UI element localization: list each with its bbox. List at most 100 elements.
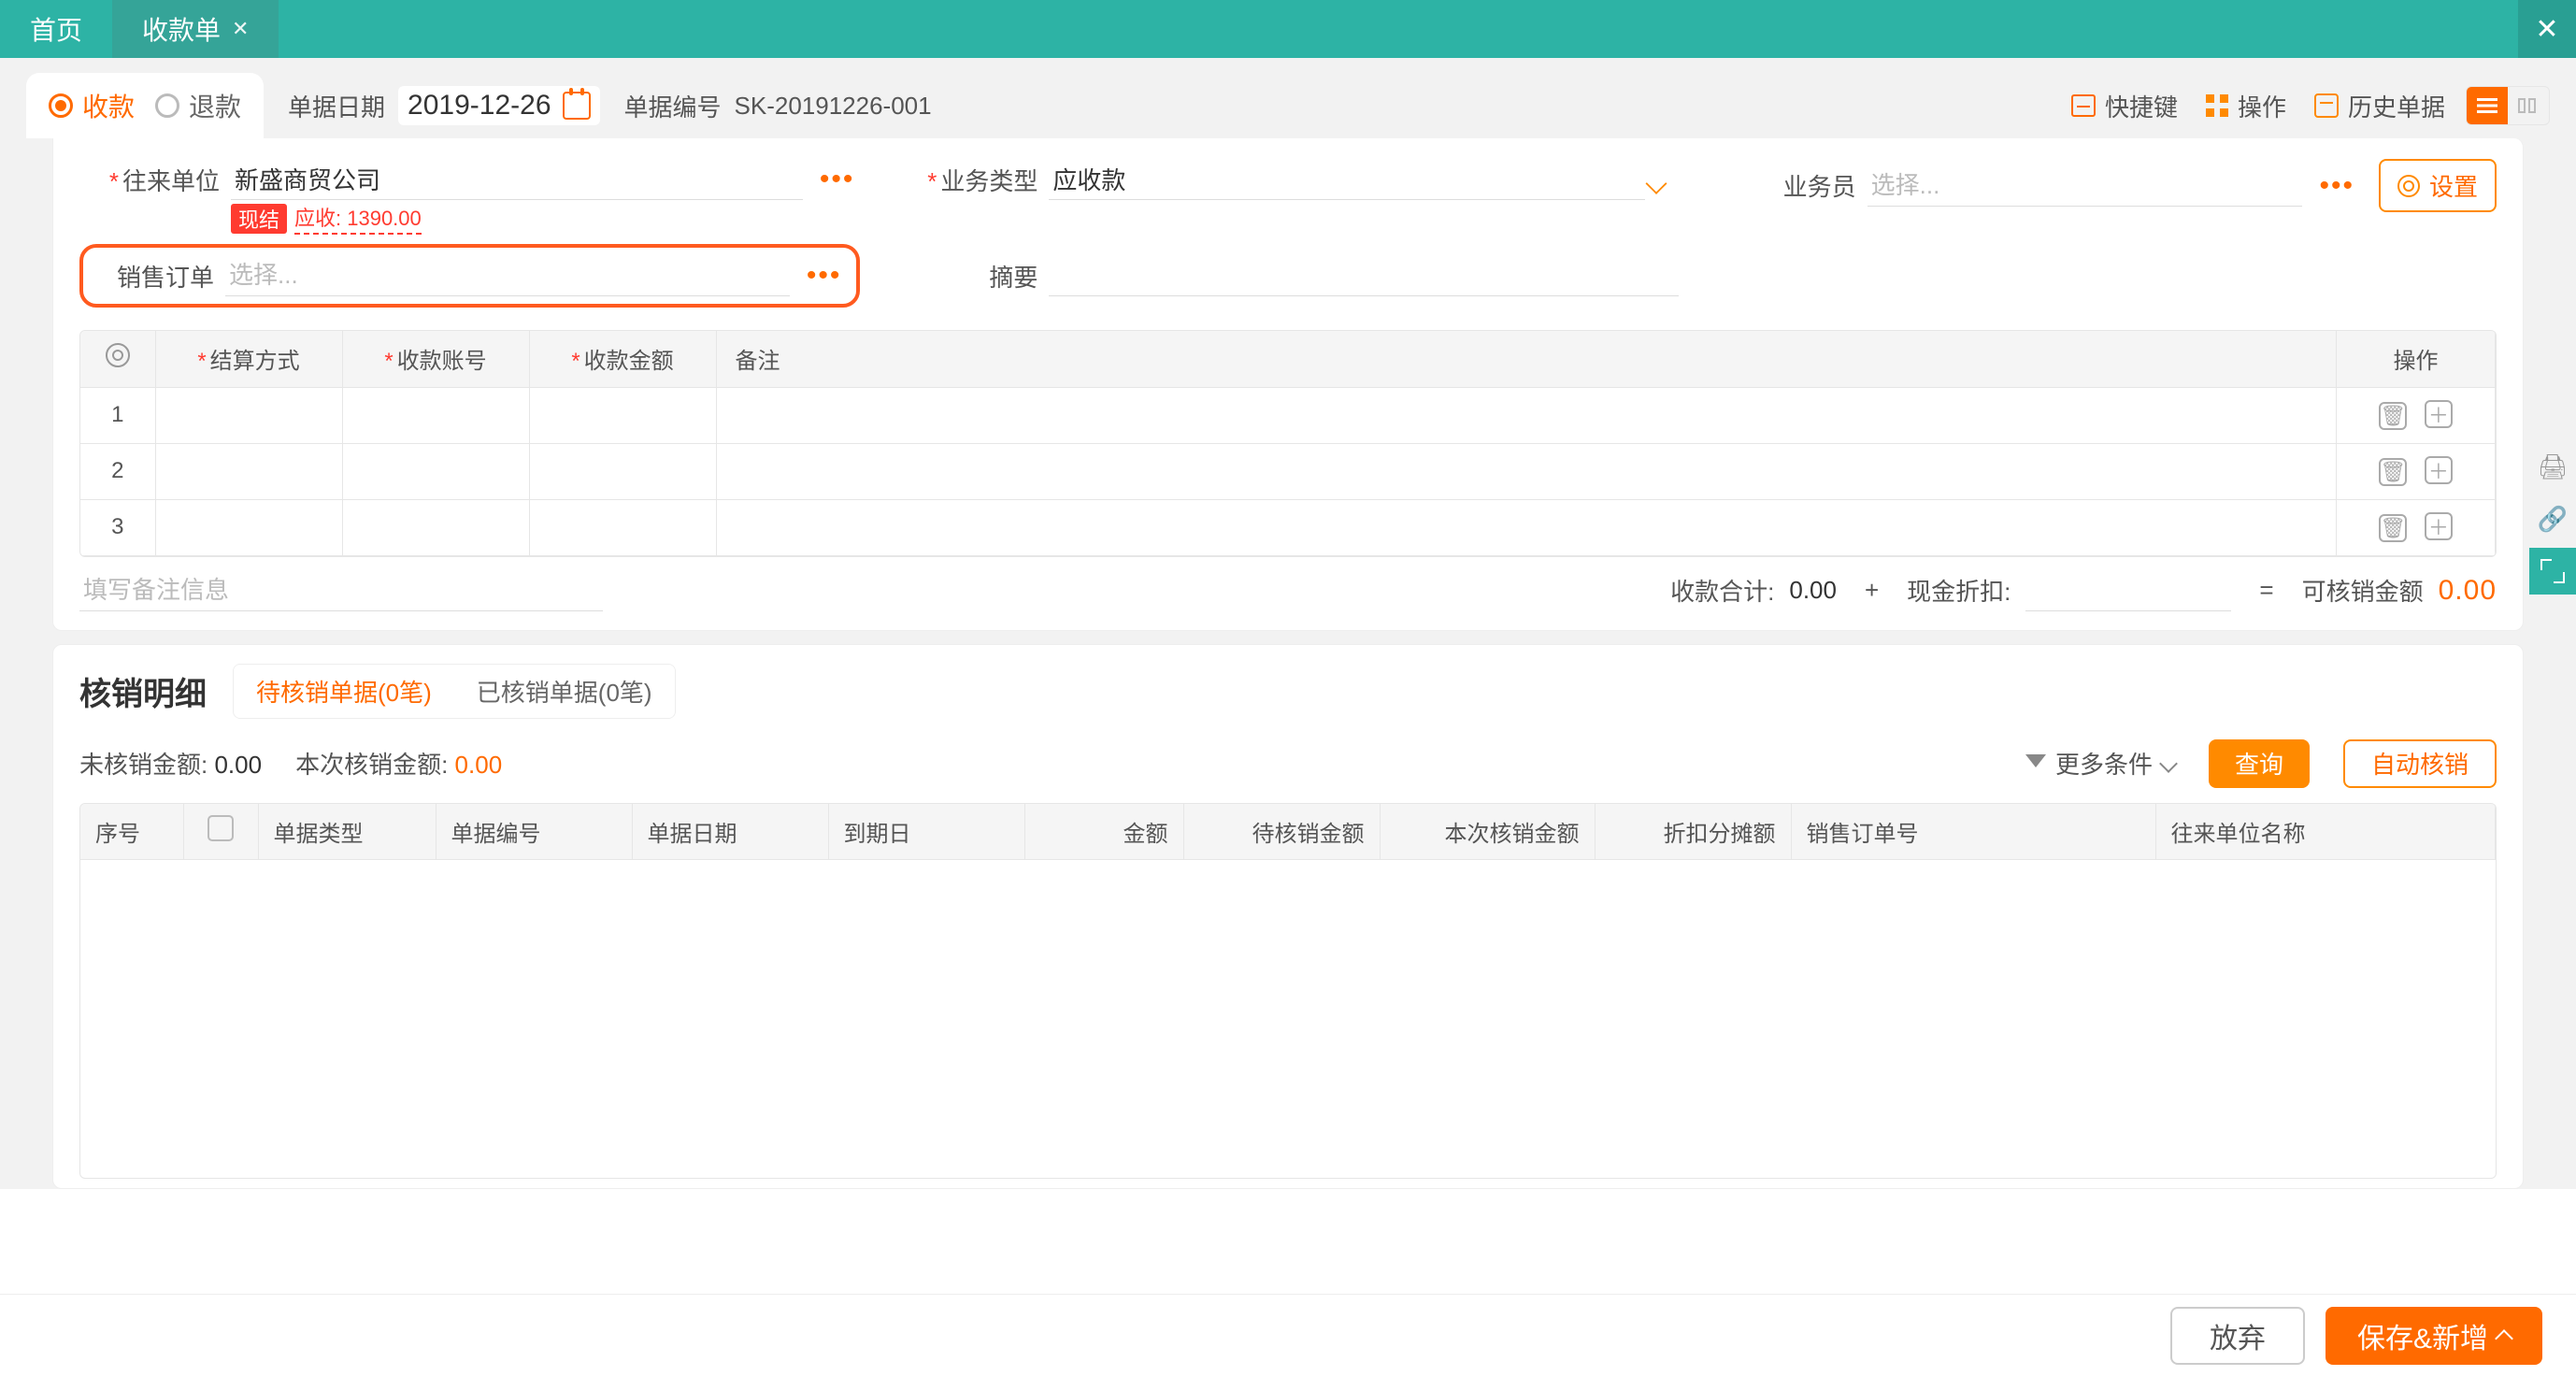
date-picker[interactable]: 2019-12-26 xyxy=(398,86,599,125)
rail-expand-button[interactable] xyxy=(2529,548,2576,595)
tab-receipt-label: 收款单 xyxy=(142,10,221,48)
party-block: 往来单位 ••• 现结 应收: 1390.00 xyxy=(79,159,860,235)
settings-button[interactable]: 设置 xyxy=(2379,159,2497,212)
salesman-input[interactable] xyxy=(1868,165,2303,207)
tab-receipt[interactable]: 收款单 ✕ xyxy=(112,0,279,58)
discard-button[interactable]: 放弃 xyxy=(2170,1307,2305,1365)
row-delete-button[interactable]: 🗑 xyxy=(2379,402,2407,430)
plus-sign: + xyxy=(1865,576,1879,605)
view-detail-button[interactable] xyxy=(2508,87,2549,124)
close-icon[interactable]: ✕ xyxy=(232,17,249,41)
row-delete-button[interactable]: 🗑 xyxy=(2379,458,2407,486)
auto-writeoff-button[interactable]: 自动核销 xyxy=(2343,739,2497,788)
row-add-button[interactable]: ＋ xyxy=(2425,456,2453,484)
tab-done[interactable]: 已核销单据(0笔) xyxy=(454,665,675,718)
col-account: 收款账号 xyxy=(342,331,529,387)
save-and-new-label: 保存&新增 xyxy=(2357,1315,2488,1356)
table-row[interactable]: 2 🗑 ＋ xyxy=(80,443,2496,499)
party-field: 往来单位 ••• xyxy=(79,159,860,200)
sales-order-input[interactable] xyxy=(225,255,790,296)
writeoff-subrow: 未核销金额: 0.00 本次核销金额: 0.00 更多条件 查询 自动核销 xyxy=(79,739,2497,788)
wcol-split: 折扣分摊额 xyxy=(1595,804,1791,860)
salesman-picker-icon[interactable]: ••• xyxy=(2313,170,2360,202)
cell-settle[interactable] xyxy=(155,387,342,443)
table-row[interactable]: 3 🗑 ＋ xyxy=(80,499,2496,555)
party-input[interactable] xyxy=(231,159,803,200)
form-card: 往来单位 ••• 现结 应收: 1390.00 业务类型 业务员 xyxy=(52,138,2524,631)
toolbar: 收款 退款 单据日期 2019-12-26 单据编号 SK-20191226-0… xyxy=(26,73,2550,138)
biztype-label: 业务类型 xyxy=(897,163,1038,197)
rail-print-button[interactable]: 🖨 xyxy=(2529,443,2576,490)
radio-dot-icon xyxy=(155,93,179,118)
receivable-link[interactable]: 应收: 1390.00 xyxy=(294,202,422,235)
operate-label: 操作 xyxy=(2238,89,2286,123)
view-toggle xyxy=(2466,86,2550,125)
discount-label: 现金折扣: xyxy=(1907,573,2011,608)
row-index: 3 xyxy=(80,499,155,555)
writeoff-empty-body xyxy=(80,860,2496,1178)
history-button[interactable]: 历史单据 xyxy=(2314,89,2445,123)
rail-link-button[interactable]: 🔗 xyxy=(2529,495,2576,542)
radio-receive-label: 收款 xyxy=(82,87,135,124)
doc-date-value: 2019-12-26 xyxy=(408,90,551,122)
unsettled-label: 未核销金额: xyxy=(79,751,208,779)
row-index: 1 xyxy=(80,387,155,443)
chevron-up-icon xyxy=(2495,1329,2513,1348)
order-picker-icon[interactable]: ••• xyxy=(801,260,848,292)
app-tabbar: 首页 收款单 ✕ ✕ xyxy=(0,0,2576,58)
cell-amount[interactable] xyxy=(529,387,716,443)
biztype-select[interactable] xyxy=(1049,159,1644,200)
footer-bar: 放弃 保存&新增 xyxy=(0,1294,2576,1376)
wcol-checkbox[interactable] xyxy=(183,804,258,860)
chevron-down-icon[interactable] xyxy=(1656,173,1679,186)
writeoffable-value: 0.00 xyxy=(2439,575,2497,607)
party-picker-icon[interactable]: ••• xyxy=(814,164,861,195)
party-label: 往来单位 xyxy=(79,163,220,197)
cell-account[interactable] xyxy=(342,387,529,443)
query-button[interactable]: 查询 xyxy=(2209,739,2310,788)
operate-button[interactable]: 操作 xyxy=(2206,89,2286,123)
col-ops: 操作 xyxy=(2337,331,2496,387)
row-add-button[interactable]: ＋ xyxy=(2425,512,2453,540)
cell-remark[interactable] xyxy=(716,387,2337,443)
list-icon xyxy=(2477,98,2497,113)
wcol-pending: 待核销金额 xyxy=(1183,804,1380,860)
wcol-orderno: 销售订单号 xyxy=(1791,804,2155,860)
window-close-button[interactable]: ✕ xyxy=(2518,0,2576,58)
payment-grid: 结算方式 收款账号 收款金额 备注 操作 1 xyxy=(79,330,2497,557)
wcol-idx: 序号 xyxy=(80,804,183,860)
tab-home[interactable]: 首页 xyxy=(0,0,112,58)
writeoff-title: 核销明细 xyxy=(79,668,207,714)
table-row[interactable]: 1 🗑 ＋ xyxy=(80,387,2496,443)
unsettled-value: 0.00 xyxy=(214,751,262,779)
settings-label: 设置 xyxy=(2429,168,2478,203)
radio-dot-icon xyxy=(49,93,73,118)
shortcut-button[interactable]: 快捷键 xyxy=(2071,89,2178,123)
discount-input[interactable] xyxy=(2025,570,2231,611)
tab-home-label: 首页 xyxy=(30,10,82,48)
tab-pending[interactable]: 待核销单据(0笔) xyxy=(234,665,454,718)
total-label: 收款合计: xyxy=(1670,573,1774,608)
history-icon xyxy=(2314,93,2339,118)
cash-badge: 现结 xyxy=(231,204,287,234)
writeoff-table: 序号 单据类型 单据编号 单据日期 到期日 金额 待核销金额 本次核销金额 折扣… xyxy=(79,803,2497,1180)
row-delete-button[interactable]: 🗑 xyxy=(2379,514,2407,542)
more-filter-button[interactable]: 更多条件 xyxy=(2025,746,2175,781)
this-writeoff-value: 0.00 xyxy=(455,751,503,779)
save-and-new-button[interactable]: 保存&新增 xyxy=(2326,1307,2542,1365)
total-value: 0.00 xyxy=(1789,576,1837,605)
wcol-amount: 金额 xyxy=(1024,804,1183,860)
doc-no-value: SK-20191226-001 xyxy=(735,92,932,121)
col-gear[interactable] xyxy=(80,331,155,387)
summary-field: 摘要 xyxy=(897,255,1678,296)
view-list-button[interactable] xyxy=(2467,87,2508,124)
sales-order-highlight: 销售订单 ••• xyxy=(79,244,860,308)
radio-receive[interactable]: 收款 xyxy=(49,87,135,124)
eq-sign: = xyxy=(2259,576,2273,605)
chevron-down-icon xyxy=(2159,754,2178,773)
doc-remark-input[interactable] xyxy=(79,570,603,611)
summary-input[interactable] xyxy=(1049,255,1678,296)
wcol-party: 往来单位名称 xyxy=(2155,804,2496,860)
row-add-button[interactable]: ＋ xyxy=(2425,400,2453,428)
radio-refund[interactable]: 退款 xyxy=(155,87,241,124)
